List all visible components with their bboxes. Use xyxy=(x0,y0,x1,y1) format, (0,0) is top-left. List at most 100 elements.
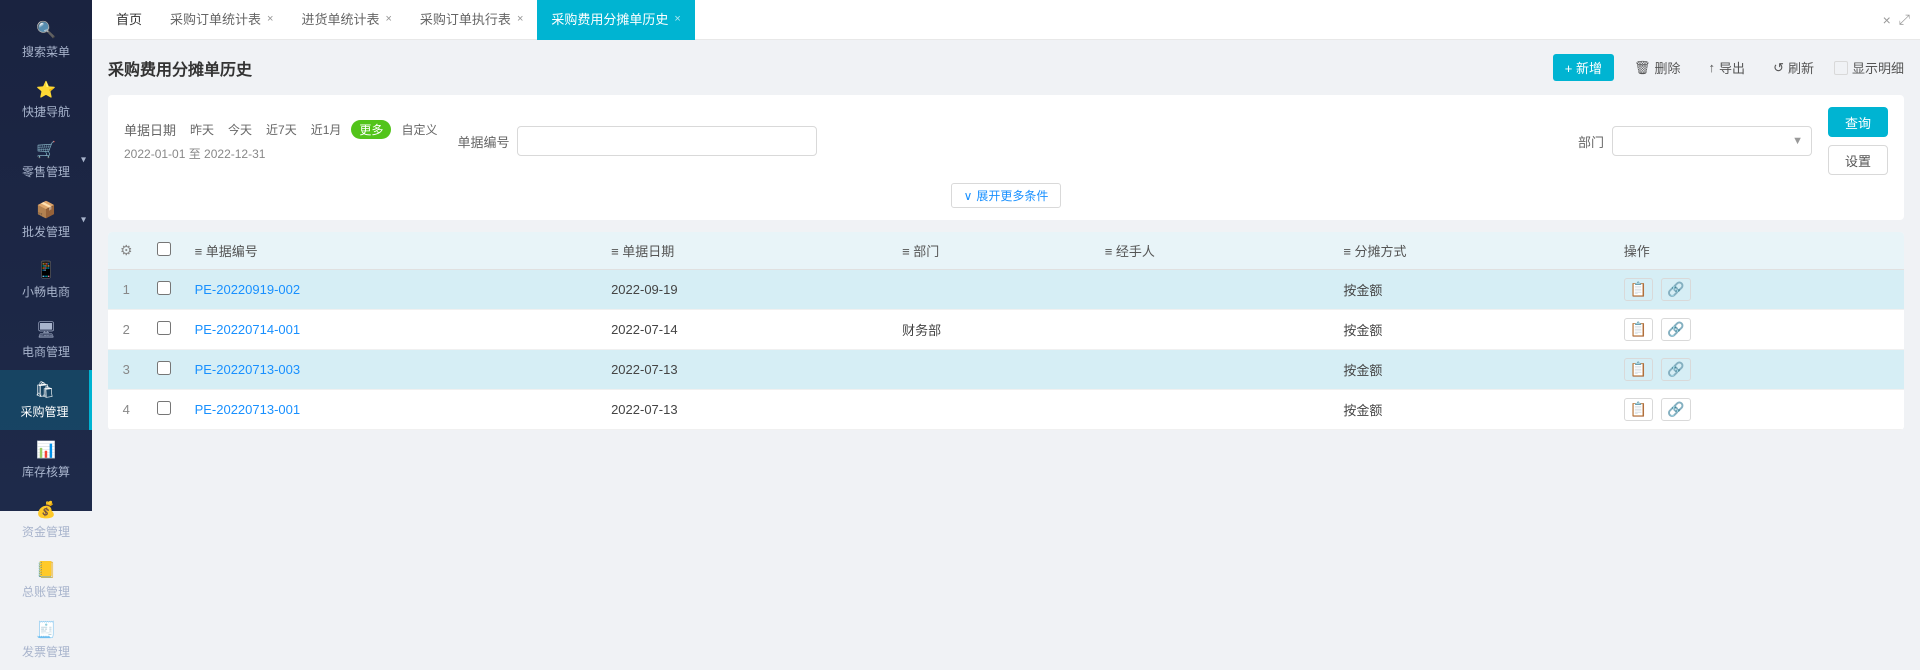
page-title: 采购费用分摊单历史 xyxy=(108,56,252,80)
tab-purchase-cost-history[interactable]: 采购费用分摊单历史× xyxy=(537,0,694,40)
expand-row: ∨ 展开更多条件 xyxy=(124,183,1888,208)
col-dept: ≡ 部门 xyxy=(890,232,1093,270)
doc-no-label: 单据编号 xyxy=(457,132,509,151)
row-doc-date-1: 2022-07-14 xyxy=(599,310,890,350)
tab-goods-in-stats[interactable]: 进货单统计表 × xyxy=(287,0,405,40)
table-row: 2 PE-20220714-001 2022-07-14 财务部 按金额 📋 🔗 xyxy=(108,310,1904,350)
row-split-method-2: 按金额 xyxy=(1331,350,1611,390)
date-btn-7days[interactable]: 近7天 xyxy=(262,120,301,139)
date-btn-today[interactable]: 今天 xyxy=(224,120,256,139)
sidebar-icon-retail: 🛒 xyxy=(6,140,86,160)
date-btn-1month[interactable]: 近1月 xyxy=(307,120,346,139)
sidebar-item-quick[interactable]: ⭐ 快捷导航 xyxy=(0,70,92,130)
row-checkbox-3[interactable] xyxy=(157,401,171,415)
row-edit-icon-3[interactable]: 📋 xyxy=(1624,398,1653,421)
row-checkbox-cell-3 xyxy=(145,390,183,430)
sidebar-label-ledger: 总账管理 xyxy=(22,585,70,599)
data-table: ⚙ ≡ 单据编号 ≡ 单据日期 ≡ 部门 xyxy=(108,232,1904,430)
filter-action-buttons: 查询 设置 xyxy=(1828,107,1888,175)
delete-button[interactable]: 🗑 删除 xyxy=(1626,54,1689,81)
column-settings-icon[interactable]: ⚙ xyxy=(120,242,133,258)
tab-purchase-order-exec[interactable]: 采购订单执行表× xyxy=(406,0,537,40)
row-dept-1: 财务部 xyxy=(890,310,1093,350)
sidebar-item-purchase[interactable]: 🛍 采购管理 xyxy=(0,370,92,430)
sidebar-item-ledger[interactable]: 📒 总账管理 xyxy=(0,550,92,610)
sidebar-item-wholesale[interactable]: 📦 批发管理 ▾ xyxy=(0,190,92,250)
search-button[interactable]: 查询 xyxy=(1828,107,1888,137)
col-doc-date-label: ≡ 单据日期 xyxy=(611,244,674,259)
row-edit-icon-1[interactable]: 📋 xyxy=(1624,318,1653,341)
doc-no-link-1[interactable]: PE-20220714-001 xyxy=(195,322,301,337)
sidebar-item-finance[interactable]: 💰 资金管理 xyxy=(0,490,92,550)
col-settings: ⚙ xyxy=(108,232,145,270)
date-range-display: 2022-01-01 至 2022-12-31 xyxy=(124,145,441,162)
row-doc-date-0: 2022-09-19 xyxy=(599,270,890,310)
select-all-checkbox[interactable] xyxy=(157,242,171,256)
sidebar-label-purchase: 采购管理 xyxy=(20,405,68,419)
row-actions-1: 📋 🔗 xyxy=(1612,310,1904,350)
doc-no-link-3[interactable]: PE-20220713-001 xyxy=(195,402,301,417)
row-checkbox-0[interactable] xyxy=(157,281,171,295)
header-actions: + 新增 🗑 删除 ↑ 导出 ↺ 刷新 显示明细 xyxy=(1553,54,1904,81)
tab-close-purchase-order-stats[interactable]: × xyxy=(267,13,273,25)
date-btn-yesterday[interactable]: 昨天 xyxy=(186,120,218,139)
dept-filter-group: 部门 ▼ xyxy=(1578,126,1812,156)
page-content: 采购费用分摊单历史 + 新增 🗑 删除 ↑ 导出 ↺ 刷新 显示明细 xyxy=(92,40,1920,511)
settings-button[interactable]: 设置 xyxy=(1828,145,1888,175)
expand-more-button[interactable]: ∨ 展开更多条件 xyxy=(951,183,1062,208)
sidebar-item-retail[interactable]: 🛒 零售管理 ▾ xyxy=(0,130,92,190)
show-detail-toggle[interactable]: 显示明细 xyxy=(1834,58,1904,77)
maximize-icon[interactable]: ⤢ xyxy=(1899,11,1910,28)
row-checkbox-cell-1 xyxy=(145,310,183,350)
sidebar-label-wholesale: 批发管理 xyxy=(22,225,70,239)
date-label: 单据日期 xyxy=(124,120,176,139)
sidebar-item-search[interactable]: 🔍 搜索菜单 xyxy=(0,10,92,70)
add-button[interactable]: + 新增 xyxy=(1553,54,1614,81)
row-num-2: 3 xyxy=(123,362,130,377)
row-doc-no-2: PE-20220713-003 xyxy=(183,350,600,390)
row-delete-icon-3[interactable]: 🔗 xyxy=(1661,398,1690,421)
export-button[interactable]: ↑ 导出 xyxy=(1701,54,1754,81)
tab-label-goods-in-stats: 进货单统计表 xyxy=(301,9,379,28)
row-expand-1: 2 xyxy=(108,310,145,350)
doc-no-input[interactable] xyxy=(517,126,817,156)
row-edit-icon-0[interactable]: 📋 xyxy=(1624,278,1653,301)
window-actions: × ⤢ xyxy=(1883,11,1910,28)
tab-close-goods-in-stats[interactable]: × xyxy=(385,13,391,25)
tab-close-purchase-order-exec[interactable]: × xyxy=(517,13,523,25)
date-btn-custom[interactable]: 自定义 xyxy=(397,120,441,139)
sidebar-item-ecommerce[interactable]: 🖥 电商管理 xyxy=(0,310,92,370)
doc-no-link-0[interactable]: PE-20220919-002 xyxy=(195,282,301,297)
row-doc-no-3: PE-20220713-001 xyxy=(183,390,600,430)
tab-home[interactable]: 首页 xyxy=(102,0,156,40)
row-delete-icon-0[interactable]: 🔗 xyxy=(1661,278,1690,301)
row-doc-no-0: PE-20220919-002 xyxy=(183,270,600,310)
row-checkbox-1[interactable] xyxy=(157,321,171,335)
tab-purchase-order-stats[interactable]: 采购订单统计表× xyxy=(156,0,287,40)
sidebar-item-mobile[interactable]: 📱 小畅电商 xyxy=(0,250,92,310)
dept-select[interactable]: ▼ xyxy=(1612,126,1812,156)
tab-label-home: 首页 xyxy=(116,9,142,28)
row-handler-1 xyxy=(1093,310,1332,350)
row-num-3: 4 xyxy=(123,402,130,417)
refresh-button[interactable]: ↺ 刷新 xyxy=(1765,54,1822,81)
row-delete-icon-2[interactable]: 🔗 xyxy=(1661,358,1690,381)
sidebar-item-invoice[interactable]: 🧾 发票管理 xyxy=(0,610,92,670)
row-delete-icon-1[interactable]: 🔗 xyxy=(1661,318,1690,341)
close-icon[interactable]: × xyxy=(1883,12,1891,28)
doc-no-filter-group: 单据编号 xyxy=(457,126,1562,156)
doc-no-link-2[interactable]: PE-20220713-003 xyxy=(195,362,301,377)
row-dept-2 xyxy=(890,350,1093,390)
show-detail-checkbox[interactable] xyxy=(1834,61,1848,75)
main-area: 首页采购订单统计表×进货单统计表×采购订单执行表×采购费用分摊单历史× × ⤢ … xyxy=(92,0,1920,511)
col-handler-label: ≡ 经手人 xyxy=(1105,244,1155,259)
sidebar-label-mobile: 小畅电商 xyxy=(22,285,70,299)
col-doc-no: ≡ 单据编号 xyxy=(183,232,600,270)
sidebar-item-inventory[interactable]: 📊 库存核算 xyxy=(0,430,92,490)
row-edit-icon-2[interactable]: 📋 xyxy=(1624,358,1653,381)
row-checkbox-2[interactable] xyxy=(157,361,171,375)
tab-close-purchase-cost-history[interactable]: × xyxy=(674,13,680,25)
page-header: 采购费用分摊单历史 + 新增 🗑 删除 ↑ 导出 ↺ 刷新 显示明细 xyxy=(108,54,1904,81)
sidebar-label-invoice: 发票管理 xyxy=(22,645,70,659)
date-btn-more[interactable]: 更多 xyxy=(351,120,391,139)
